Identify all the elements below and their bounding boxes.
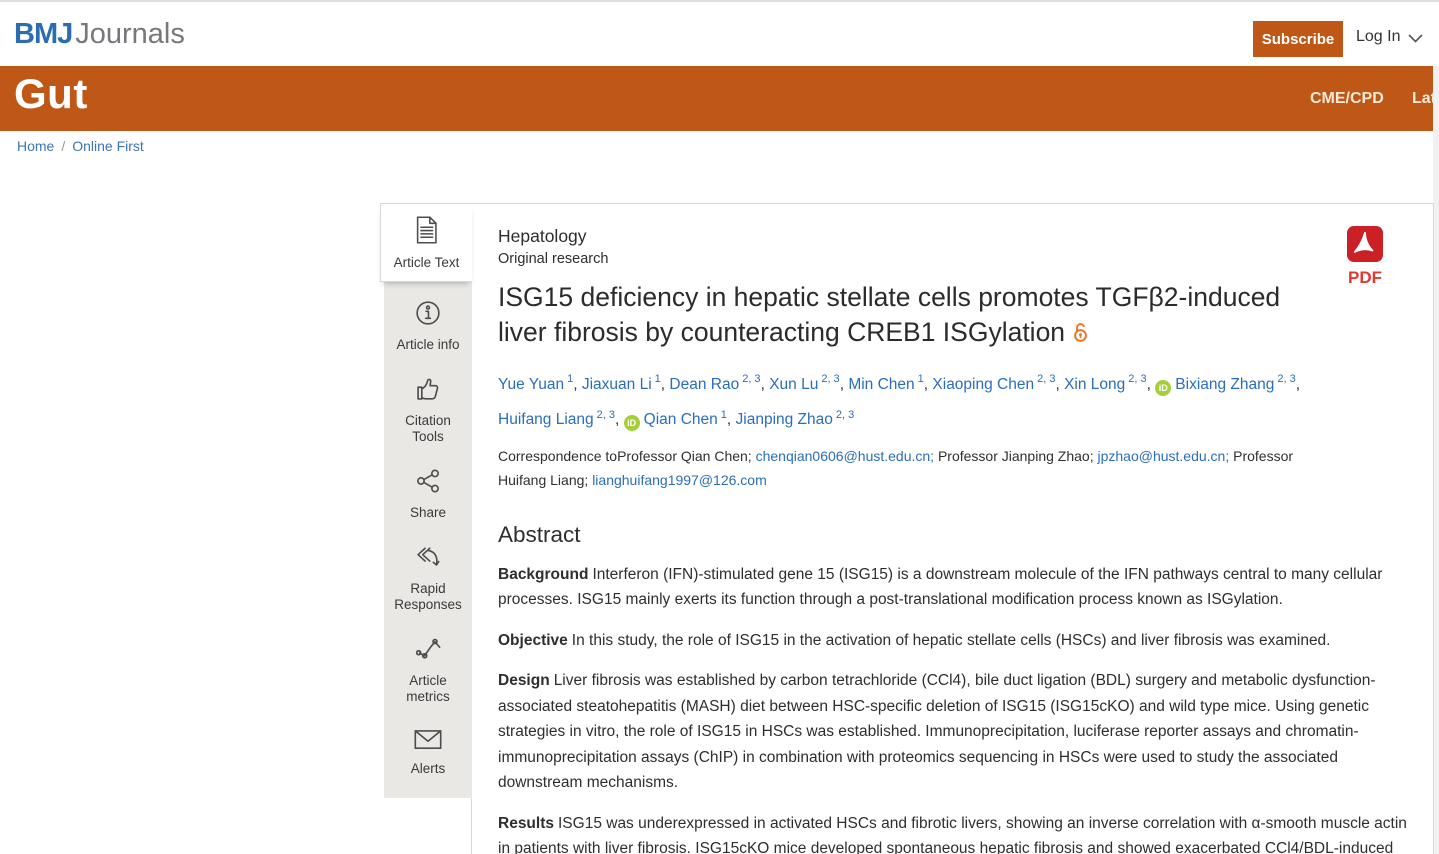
chevron-down-icon (1408, 33, 1424, 43)
article-type: Original research (498, 251, 609, 267)
sidebar-item-label: Rapid Responses (394, 581, 462, 612)
breadcrumb-online-first-link[interactable]: Online First (72, 138, 144, 154)
author[interactable]: Min Chen 1, (848, 373, 932, 392)
site-header: BMJ Journals Subscribe Log In (0, 0, 1439, 66)
author[interactable]: Yue Yuan 1, (498, 373, 582, 392)
metrics-chart-icon (414, 635, 442, 668)
author[interactable]: iD Bixiang Zhang 2, 3, (1155, 373, 1300, 396)
info-icon (414, 299, 442, 332)
thumbs-up-icon (414, 375, 442, 408)
article-text-icon (413, 215, 440, 250)
subscribe-button[interactable]: Subscribe (1253, 21, 1343, 57)
author[interactable]: Jiaxuan Li 1, (582, 373, 670, 392)
email-link[interactable]: lianghuifang1997@126.com (592, 472, 767, 488)
pdf-download[interactable]: PDF (1343, 226, 1387, 288)
abstract-design: Design Liver fibrosis was established by … (498, 672, 1376, 792)
article-panel: PDF Hepatology Original research ISG15 d… (471, 203, 1434, 854)
correspondence: Correspondence toProfessor Qian Chen; ch… (498, 447, 1294, 488)
breadcrumb: Home / Online First (17, 138, 144, 154)
sidebar-item-rapid-responses[interactable]: Rapid Responses (384, 530, 472, 622)
login-label: Log In (1356, 28, 1401, 45)
author-list: Yue Yuan 1, Jiaxuan Li 1, Dean Rao 2, 3, Xu… (498, 364, 1403, 434)
sidebar-item-label: Citation Tools (405, 413, 451, 444)
bmj-journals-logo[interactable]: BMJ Journals (14, 18, 185, 51)
sidebar-item-article-info[interactable]: Article info (384, 286, 472, 362)
orcid-icon[interactable]: iD (623, 414, 640, 431)
sidebar-item-alerts[interactable]: Alerts (384, 714, 472, 786)
sidebar-item-share[interactable]: Share (384, 454, 472, 530)
nav-latest-content[interactable]: Latest content (1412, 90, 1433, 108)
sidebar-item-label: Article info (396, 337, 460, 352)
login-button[interactable]: Log In (1356, 28, 1424, 46)
article-section: Hepatology (498, 226, 587, 246)
abstract-objective: Objective In this study, the role of ISG1… (498, 631, 1331, 649)
author[interactable]: Xin Long 2, 3, (1064, 373, 1155, 392)
sidebar-item-article-metrics[interactable]: Article metrics (384, 622, 472, 714)
author[interactable]: Huifang Liang 2, 3, (498, 409, 624, 428)
rapid-responses-icon (414, 543, 442, 576)
sidebar-item-label: Article Text (393, 255, 460, 270)
orcid-icon[interactable]: iD (1155, 379, 1172, 396)
envelope-icon (413, 727, 443, 756)
pdf-icon (1347, 226, 1383, 262)
abstract-results: Results ISG15 was underexpressed in activ… (498, 814, 1407, 854)
sidebar-item-citation-tools[interactable]: Citation Tools (384, 362, 472, 454)
pdf-label: PDF (1348, 268, 1382, 287)
sidebar-item-article-text[interactable]: Article Text (380, 203, 472, 282)
breadcrumb-separator: / (61, 138, 66, 154)
sidebar-item-label: Share (409, 505, 447, 520)
email-link[interactable]: chenqian0606@hust.edu.cn; (756, 448, 934, 464)
author[interactable]: Xun Lu 2, 3, (769, 373, 848, 392)
author[interactable]: Jianping Zhao 2, 3 (736, 409, 855, 428)
nav-cme-cpd[interactable]: CME/CPD (1310, 90, 1384, 108)
bmj-logo-text: BMJ (14, 18, 73, 50)
sidebar-item-label: Article metrics (406, 673, 450, 704)
share-icon (414, 467, 442, 500)
abstract-background: Background Interferon (IFN)-stimulated ge… (498, 565, 1383, 609)
email-link[interactable]: jpzhao@hust.edu.cn; (1097, 448, 1229, 464)
sidebar-item-label: Alerts (410, 761, 446, 776)
open-access-icon (1071, 317, 1090, 352)
sidebar: Article info Citation Tools Share Rapid … (384, 282, 472, 798)
abstract-heading: Abstract (498, 521, 581, 547)
author[interactable]: Dean Rao 2, 3, (669, 373, 769, 392)
author[interactable]: Xiaoping Chen 2, 3, (932, 373, 1064, 392)
article-title: ISG15 deficiency in hepatic stellate cel… (498, 280, 1310, 352)
journal-banner: Gut CME/CPD Latest content (0, 66, 1433, 131)
author[interactable]: iD Qian Chen 1, (623, 409, 736, 431)
journals-logo-text: Journals (75, 18, 185, 50)
breadcrumb-home-link[interactable]: Home (17, 138, 54, 154)
journal-title[interactable]: Gut (14, 70, 88, 118)
